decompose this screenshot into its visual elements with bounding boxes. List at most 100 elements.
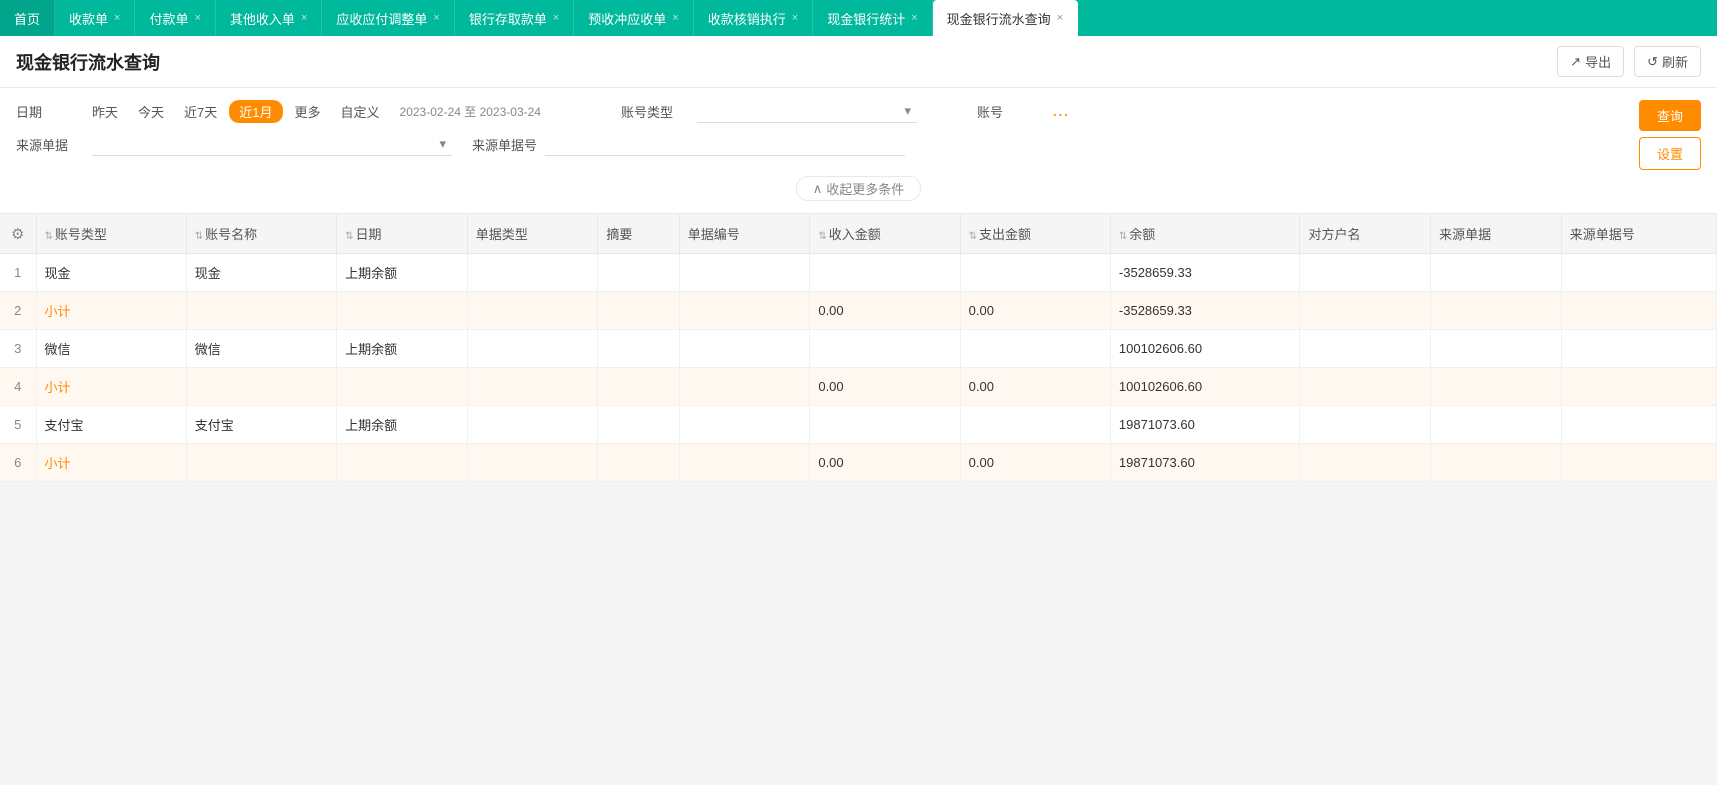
settings-button[interactable]: 设置: [1639, 137, 1701, 170]
nav-item-other-income[interactable]: 其他收入单 ×: [216, 0, 322, 36]
query-button[interactable]: 查询: [1639, 100, 1701, 131]
close-icon[interactable]: ×: [792, 12, 798, 24]
col-settings: ⚙: [0, 214, 36, 254]
close-icon[interactable]: ×: [911, 12, 917, 24]
nav-item-collection-exec[interactable]: 收款核销执行 ×: [694, 0, 813, 36]
col-doc-type: 单据类型: [467, 214, 598, 254]
sort-icon: ⇅: [195, 231, 203, 242]
account-name-cell: [186, 444, 336, 482]
nav-item-pre-collection[interactable]: 预收冲应收单 ×: [574, 0, 693, 36]
nav-item-bank-stats[interactable]: 现金银行统计 ×: [813, 0, 932, 36]
income-cell: 0.00: [810, 444, 960, 482]
col-account-name[interactable]: ⇅账号名称: [186, 214, 336, 254]
close-icon[interactable]: ×: [672, 12, 678, 24]
collapse-button[interactable]: ∧ 收起更多条件: [796, 176, 922, 201]
account-type-label: 账号类型: [621, 102, 681, 121]
income-cell: [810, 330, 960, 368]
nav-item-adjustment[interactable]: 应收应付调整单 ×: [322, 0, 454, 36]
nav-item-payment[interactable]: 付款单 ×: [135, 0, 215, 36]
account-type-cell: 微信: [36, 330, 186, 368]
nav-item-bank-flow[interactable]: 现金银行流水查询 ×: [933, 0, 1078, 36]
counterpart-cell: [1300, 406, 1431, 444]
account-type-cell: 支付宝: [36, 406, 186, 444]
col-income[interactable]: ⇅收入金额: [810, 214, 960, 254]
table-row: 6小计0.000.0019871073.60: [0, 444, 1717, 482]
table-header-row: ⚙ ⇅账号类型 ⇅账号名称 ⇅日期 单据类型 摘要 单据编号 ⇅收入金额: [0, 214, 1717, 254]
date-btn-7days[interactable]: 近7天: [176, 100, 225, 123]
source-doc-cell: [1431, 368, 1562, 406]
table-container: ⚙ ⇅账号类型 ⇅账号名称 ⇅日期 单据类型 摘要 单据编号 ⇅收入金额: [0, 214, 1717, 482]
export-button[interactable]: ↗ 导出: [1557, 46, 1624, 77]
doc-type-cell: [467, 444, 598, 482]
refresh-button[interactable]: ↺ 刷新: [1634, 46, 1701, 77]
doc-type-cell: [467, 330, 598, 368]
doc-type-cell: [467, 406, 598, 444]
date-btn-today[interactable]: 今天: [130, 100, 172, 123]
account-name-cell: [186, 292, 336, 330]
counterpart-cell: [1300, 292, 1431, 330]
date-cell: [337, 292, 468, 330]
expense-cell: [960, 406, 1110, 444]
doc-no-cell: [679, 330, 810, 368]
date-btn-custom[interactable]: 自定义: [333, 100, 388, 123]
source-doc-no-input[interactable]: [545, 134, 905, 156]
summary-cell: [598, 330, 679, 368]
table-row: 3微信微信上期余额100102606.60: [0, 330, 1717, 368]
chevron-down-icon: ▾: [904, 103, 911, 119]
income-cell: 0.00: [810, 292, 960, 330]
table-row: 4小计0.000.00100102606.60: [0, 368, 1717, 406]
collapse-bar: ∧ 收起更多条件: [16, 170, 1701, 205]
col-source-doc: 来源单据: [1431, 214, 1562, 254]
account-name-cell: 支付宝: [186, 406, 336, 444]
table-row: 2小计0.000.00-3528659.33: [0, 292, 1717, 330]
date-btn-1month[interactable]: 近1月: [229, 100, 282, 123]
summary-cell: [598, 254, 679, 292]
expense-cell: 0.00: [960, 368, 1110, 406]
chevron-down-icon: ▾: [439, 136, 446, 152]
date-cell: [337, 444, 468, 482]
account-type-select[interactable]: ▾: [697, 100, 917, 123]
date-btn-more[interactable]: 更多: [287, 100, 329, 123]
row-number: 4: [0, 368, 36, 406]
counterpart-cell: [1300, 254, 1431, 292]
nav-item-bank-deposit[interactable]: 银行存取款单 ×: [455, 0, 574, 36]
chevron-up-icon: ∧: [813, 181, 823, 197]
close-icon[interactable]: ×: [301, 12, 307, 24]
nav-item-home[interactable]: 首页: [0, 0, 55, 36]
filter-area: 日期 昨天 今天 近7天 近1月 更多 自定义 2023-02-24 至 202…: [0, 88, 1717, 214]
counterpart-cell: [1300, 368, 1431, 406]
counterpart-cell: [1300, 444, 1431, 482]
nav-item-receipt[interactable]: 收款单 ×: [55, 0, 135, 36]
date-btn-yesterday[interactable]: 昨天: [84, 100, 126, 123]
doc-type-cell: [467, 254, 598, 292]
source-doc-cell: [1431, 292, 1562, 330]
col-date[interactable]: ⇅日期: [337, 214, 468, 254]
sort-icon: ⇅: [969, 231, 977, 242]
account-type-cell: 小计: [36, 444, 186, 482]
gear-icon[interactable]: ⚙: [11, 226, 24, 243]
source-doc-cell: [1431, 406, 1562, 444]
source-doc-cell: [1431, 254, 1562, 292]
col-expense[interactable]: ⇅支出金额: [960, 214, 1110, 254]
income-cell: [810, 254, 960, 292]
close-icon[interactable]: ×: [194, 12, 200, 24]
account-name-cell: [186, 368, 336, 406]
doc-no-cell: [679, 406, 810, 444]
account-dots-btn[interactable]: ...: [1053, 104, 1070, 119]
sort-icon: ⇅: [818, 231, 826, 242]
col-balance[interactable]: ⇅余额: [1110, 214, 1300, 254]
close-icon[interactable]: ×: [553, 12, 559, 24]
counterpart-cell: [1300, 330, 1431, 368]
source-doc-select[interactable]: ▾: [92, 133, 452, 156]
summary-cell: [598, 406, 679, 444]
date-label: 日期: [16, 102, 76, 121]
income-cell: 0.00: [810, 368, 960, 406]
page-header: 现金银行流水查询 ↗ 导出 ↺ 刷新: [0, 36, 1717, 88]
col-doc-no: 单据编号: [679, 214, 810, 254]
close-icon[interactable]: ×: [114, 12, 120, 24]
date-cell: 上期余额: [337, 330, 468, 368]
sort-icon: ⇅: [345, 231, 353, 242]
close-icon[interactable]: ×: [433, 12, 439, 24]
col-account-type[interactable]: ⇅账号类型: [36, 214, 186, 254]
close-icon[interactable]: ×: [1057, 12, 1063, 24]
